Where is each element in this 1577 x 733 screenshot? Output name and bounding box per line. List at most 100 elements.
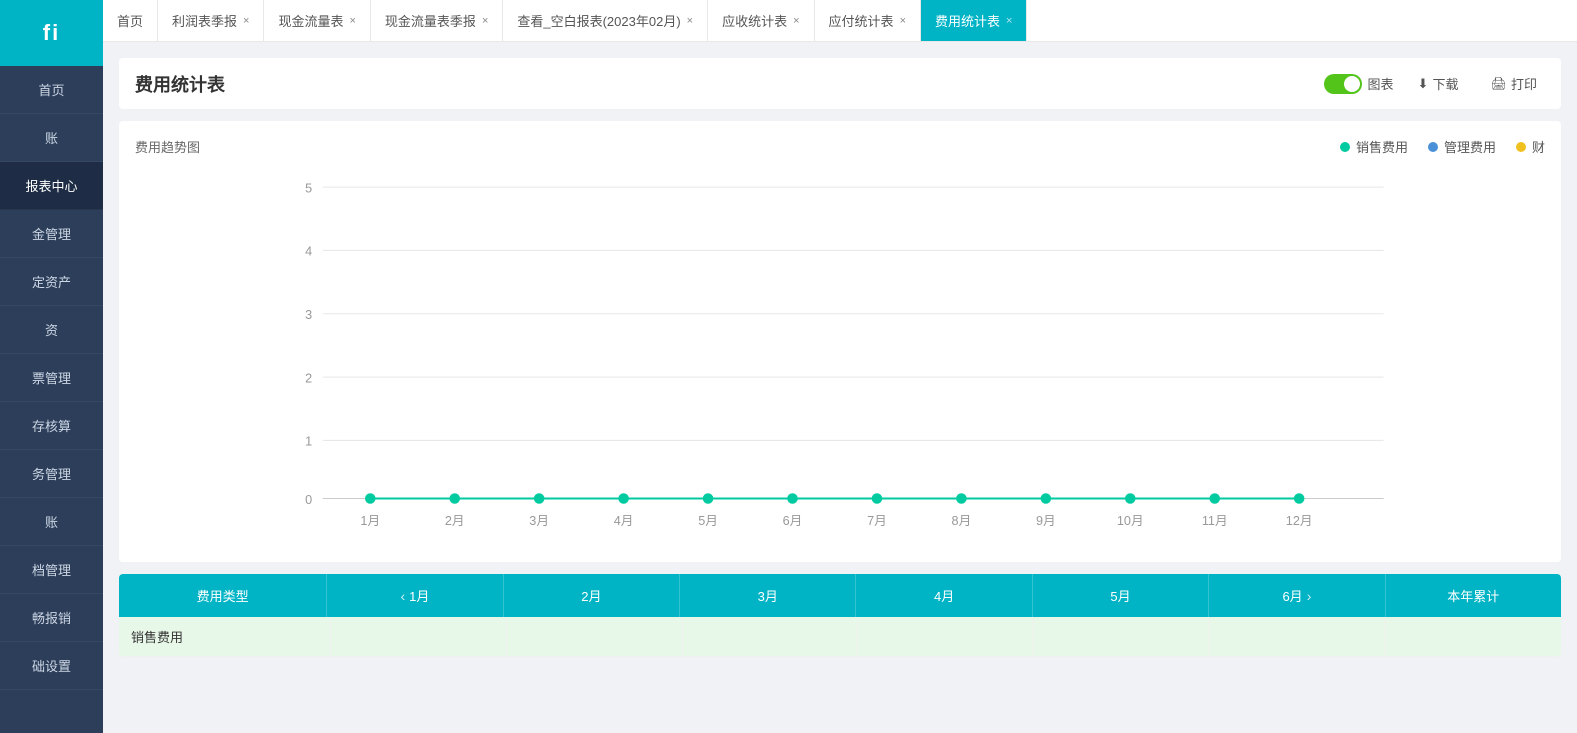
tab-cashflow-quarterly[interactable]: 现金流量表季报 × — [371, 0, 503, 41]
close-icon[interactable]: × — [482, 15, 488, 27]
td-m5 — [1034, 617, 1210, 656]
chart-svg-wrapper: 5 4 3 2 1 0 — [135, 166, 1545, 546]
sidebar-item-ledger[interactable]: 账 — [0, 498, 103, 546]
th-m6: 6月 › — [1209, 574, 1385, 617]
th-m6-label: 6月 — [1282, 586, 1302, 605]
page-content: 费用统计表 图表 ⬇ 下载 🖨 打印 费用趋势图 — [103, 42, 1577, 733]
tab-label: 查看_空白报表(2023年02月) — [517, 11, 680, 30]
tab-cashflow[interactable]: 现金流量表 × — [264, 0, 370, 41]
svg-text:4: 4 — [305, 245, 312, 259]
svg-text:0: 0 — [305, 493, 312, 507]
th-m4-label: 4月 — [934, 586, 954, 605]
sidebar-item-expense[interactable]: 畅报销 — [0, 594, 103, 642]
close-icon[interactable]: × — [1006, 15, 1012, 27]
sidebar-item-archive[interactable]: 档管理 — [0, 546, 103, 594]
prev-arrow[interactable]: ‹ — [401, 588, 406, 604]
tab-payable[interactable]: 应付统计表 × — [815, 0, 921, 41]
td-m1 — [331, 617, 507, 656]
td-m2 — [507, 617, 683, 656]
download-label: 下载 — [1432, 74, 1458, 93]
svg-text:3月: 3月 — [529, 514, 549, 528]
sidebar-item-settings[interactable]: 础设置 — [0, 642, 103, 690]
legend-label-sales: 销售费用 — [1356, 137, 1408, 156]
th-m4: 4月 — [856, 574, 1032, 617]
th-yearly-label: 本年累计 — [1447, 586, 1499, 605]
sidebar-item-reports[interactable]: 报表中心 — [0, 162, 103, 210]
header-actions: 图表 ⬇ 下载 🖨 打印 — [1324, 70, 1545, 97]
sidebar-item-account[interactable]: 账 — [0, 114, 103, 162]
tab-label: 利润表季报 — [172, 11, 237, 30]
svg-text:4月: 4月 — [614, 514, 634, 528]
close-icon[interactable]: × — [243, 15, 249, 27]
svg-text:8月: 8月 — [952, 514, 972, 528]
th-yearly: 本年累计 — [1386, 574, 1561, 617]
tab-label: 应付统计表 — [829, 11, 894, 30]
svg-text:5: 5 — [305, 181, 312, 195]
download-icon: ⬇ — [1418, 76, 1429, 92]
legend-item-finance: 财 — [1516, 137, 1545, 156]
page-header: 费用统计表 图表 ⬇ 下载 🖨 打印 — [119, 58, 1561, 109]
svg-text:12月: 12月 — [1286, 514, 1313, 528]
sidebar-item-capital[interactable]: 资 — [0, 306, 103, 354]
svg-text:7月: 7月 — [867, 514, 887, 528]
tab-label: 现金流量表 — [278, 11, 343, 30]
svg-text:1: 1 — [305, 435, 312, 449]
th-m5: 5月 — [1033, 574, 1209, 617]
svg-text:11月: 11月 — [1202, 514, 1228, 528]
th-m1: ‹ 1月 — [327, 574, 503, 617]
legend-dot-admin — [1428, 142, 1438, 152]
td-type: 销售费用 — [119, 617, 331, 656]
tab-label: 应收统计表 — [722, 11, 787, 30]
sidebar-item-home[interactable]: 首页 — [0, 66, 103, 114]
print-button[interactable]: 🖨 打印 — [1482, 70, 1545, 97]
main-area: 首页 利润表季报 × 现金流量表 × 现金流量表季报 × 查看_空白报表(202… — [103, 0, 1577, 733]
expense-table: 费用类型 ‹ 1月 2月 3月 4月 5月 — [119, 574, 1561, 657]
next-arrow[interactable]: › — [1307, 588, 1312, 604]
page-title: 费用统计表 — [135, 71, 225, 97]
tab-label: 现金流量表季报 — [385, 11, 476, 30]
svg-text:5月: 5月 — [698, 514, 718, 528]
svg-text:9月: 9月 — [1036, 514, 1056, 528]
td-m6 — [1210, 617, 1386, 656]
tab-bar: 首页 利润表季报 × 现金流量表 × 现金流量表季报 × 查看_空白报表(202… — [103, 0, 1577, 42]
legend-label-admin: 管理费用 — [1444, 137, 1496, 156]
sidebar-item-invoice[interactable]: 票管理 — [0, 354, 103, 402]
download-button[interactable]: ⬇ 下载 — [1410, 70, 1467, 97]
print-label: 打印 — [1511, 74, 1537, 93]
svg-text:2: 2 — [305, 371, 312, 385]
th-m2: 2月 — [504, 574, 680, 617]
legend-item-sales: 销售费用 — [1340, 137, 1408, 156]
tab-profit-quarterly[interactable]: 利润表季报 × — [158, 0, 264, 41]
th-m1-label: 1月 — [409, 586, 429, 605]
legend-label-finance: 财 — [1532, 137, 1545, 156]
tab-home-label: 首页 — [117, 11, 143, 30]
chart-title: 费用趋势图 — [135, 137, 200, 156]
chart-toggle-wrap[interactable]: 图表 — [1324, 74, 1394, 94]
chart-header: 费用趋势图 销售费用 管理费用 财 — [135, 137, 1545, 156]
close-icon[interactable]: × — [793, 15, 799, 27]
tab-blank-report[interactable]: 查看_空白报表(2023年02月) × — [503, 0, 708, 41]
close-icon[interactable]: × — [349, 15, 355, 27]
td-m3 — [683, 617, 859, 656]
th-m2-label: 2月 — [581, 586, 601, 605]
tab-home[interactable]: 首页 — [103, 0, 158, 41]
svg-text:6月: 6月 — [783, 514, 803, 528]
chart-toggle[interactable] — [1324, 74, 1362, 94]
tab-expense[interactable]: 费用统计表 × — [921, 0, 1027, 41]
th-type-label: 费用类型 — [197, 586, 249, 605]
sidebar-item-service[interactable]: 务管理 — [0, 450, 103, 498]
chart-container: 费用趋势图 销售费用 管理费用 财 — [119, 121, 1561, 562]
svg-text:1月: 1月 — [360, 514, 380, 528]
td-yearly — [1386, 617, 1561, 656]
close-icon[interactable]: × — [687, 15, 693, 27]
sidebar-item-cash[interactable]: 金管理 — [0, 210, 103, 258]
table-header: 费用类型 ‹ 1月 2月 3月 4月 5月 — [119, 574, 1561, 617]
svg-text:3: 3 — [305, 308, 312, 322]
tab-receivable[interactable]: 应收统计表 × — [708, 0, 814, 41]
sidebar-item-assets[interactable]: 定资产 — [0, 258, 103, 306]
legend-item-admin: 管理费用 — [1428, 137, 1496, 156]
close-icon[interactable]: × — [900, 15, 906, 27]
tab-label: 费用统计表 — [935, 11, 1000, 30]
sidebar-item-inventory[interactable]: 存核算 — [0, 402, 103, 450]
td-m4 — [858, 617, 1034, 656]
